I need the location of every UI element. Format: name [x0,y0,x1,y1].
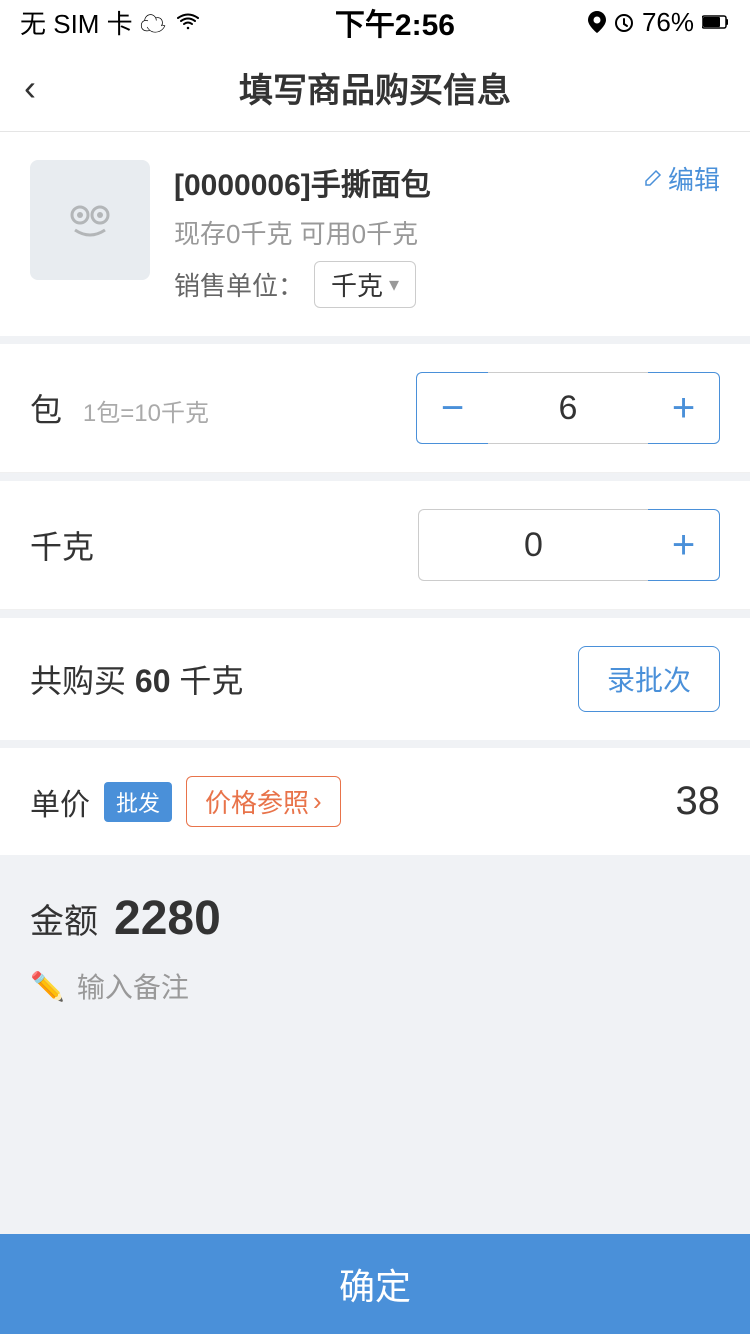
back-button[interactable]: ‹ [24,67,36,109]
bao-quantity-row: 包 1包=10千克 − + [0,344,750,473]
kg-increment-button[interactable]: + [648,509,720,581]
bao-quantity-section: 包 1包=10千克 − + [0,344,750,473]
status-time: 下午2:56 [335,0,455,44]
edit-icon [642,169,662,189]
bao-quantity-input[interactable] [488,372,648,444]
product-stock: 现存0千克 可用0千克 [174,214,720,251]
edit-button[interactable]: 编辑 [642,160,720,197]
battery-icon [702,14,730,30]
price-value: 38 [676,779,721,824]
price-left: 单价 批发 价格参照 › [30,776,341,827]
pencil-icon: ✏️ [30,970,65,1003]
wifi-icon [174,12,202,32]
product-logo-icon [60,190,120,250]
status-bar: 无 SIM 卡 ☁ 下午2:56 76% [0,0,750,44]
product-name: [0000006]手撕面包 [174,160,431,204]
kg-quantity-input[interactable] [418,509,648,581]
total-row: 共购买 60 千克 录批次 [0,618,750,748]
kg-quantity-row: 千克 + [0,481,750,610]
kg-label: 千克 [30,522,418,568]
bao-quantity-control: − + [416,372,720,444]
product-image [30,160,150,280]
amount-row: 金额 2280 [30,891,720,946]
bao-label: 包 1包=10千克 [30,385,416,431]
price-tag-pifa: 批发 [104,782,172,822]
unit-select[interactable]: 千克 ▾ [314,261,416,308]
product-top-row: [0000006]手撕面包 编辑 [174,160,720,214]
chevron-down-icon: ▾ [389,272,399,297]
price-section: 单价 批发 价格参照 › 38 [0,748,750,863]
status-left: 无 SIM 卡 ☁ [20,4,202,41]
batch-button[interactable]: 录批次 [578,646,720,712]
remark-label: 输入备注 [77,966,189,1006]
amount-label: 金额 [30,894,98,943]
status-right: 76% [588,7,730,38]
amount-value: 2280 [114,891,221,946]
page-title: 填写商品购买信息 [239,63,511,112]
confirm-button[interactable]: 确定 [0,1234,750,1334]
amount-section: 金额 2280 ✏️ 输入备注 [0,863,750,1234]
remark-row[interactable]: ✏️ 输入备注 [30,966,720,1006]
sim-text: 无 SIM 卡 ☁ [20,4,166,41]
product-unit: 销售单位： 千克 ▾ [174,261,720,308]
kg-quantity-control: + [418,509,720,581]
price-label: 单价 [30,780,90,824]
alarm-icon [614,11,634,33]
location-icon [588,11,606,33]
price-ref-button[interactable]: 价格参照 › [186,776,341,827]
total-text: 共购买 60 千克 [30,656,243,702]
product-info: [0000006]手撕面包 编辑 现存0千克 可用0千克 销售单位： 千克 ▾ [174,160,720,308]
battery-text: 76% [642,7,694,38]
chevron-right-icon: › [313,786,322,817]
bao-hint: 1包=10千克 [83,400,209,427]
product-card: [0000006]手撕面包 编辑 现存0千克 可用0千克 销售单位： 千克 ▾ [0,132,750,344]
bao-decrement-button[interactable]: − [416,372,488,444]
nav-bar: ‹ 填写商品购买信息 [0,44,750,132]
bao-increment-button[interactable]: + [648,372,720,444]
kg-quantity-section: 千克 + [0,481,750,610]
